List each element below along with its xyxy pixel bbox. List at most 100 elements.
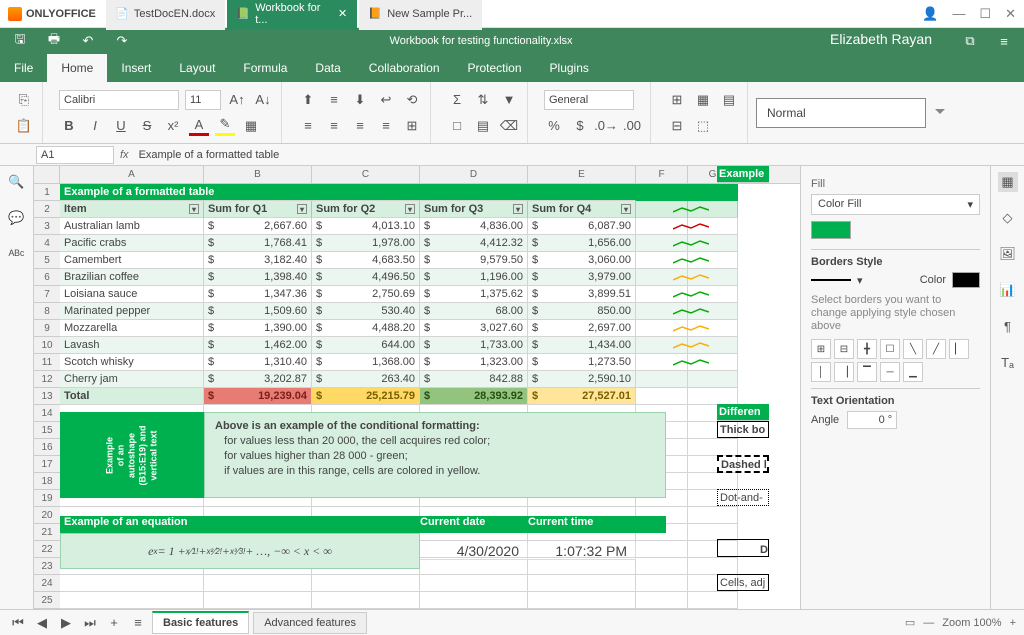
spreadsheet-grid[interactable]: ABCDEFG 12345678910111213141516171819202… [34, 166, 800, 609]
user-icon[interactable]: 👤 [922, 6, 938, 22]
pivot-settings-icon[interactable]: ¶ [998, 316, 1018, 336]
dec-font-icon[interactable]: A↓ [253, 90, 273, 110]
border-vert-icon[interactable]: │ [811, 362, 831, 382]
border-bottom-icon[interactable]: ▁ [903, 362, 923, 382]
menu-protection[interactable]: Protection [454, 54, 536, 82]
insert-cells-icon[interactable]: ⊞ [667, 90, 687, 110]
spellcheck-icon[interactable]: ᴬᴮᶜ [7, 244, 27, 264]
border-color-swatch[interactable] [952, 272, 980, 288]
doc-tab[interactable]: 📗Workbook for t...✕ [227, 0, 357, 30]
strike-icon[interactable]: S [137, 116, 157, 136]
border-icon[interactable]: ▦ [241, 116, 261, 136]
dec-dec-icon[interactable]: .00 [622, 116, 642, 136]
orient-icon[interactable]: ⟲ [402, 90, 422, 110]
fill-icon[interactable]: ▤ [473, 116, 493, 136]
menu-file[interactable]: File [0, 54, 47, 82]
format-icon[interactable]: ⬚ [693, 116, 713, 136]
font-name-select[interactable]: Calibri [59, 90, 179, 110]
sum-icon[interactable]: Σ [447, 90, 467, 110]
super-icon[interactable]: x² [163, 116, 183, 136]
border-horiz-icon[interactable]: ─ [880, 362, 900, 382]
align-center-icon[interactable]: ≡ [324, 116, 344, 136]
fill-color-swatch[interactable] [811, 221, 851, 239]
border-left-icon[interactable]: ▏ [949, 339, 969, 359]
align-top-icon[interactable]: ⬆ [298, 90, 318, 110]
maximize-icon[interactable]: ☐ [979, 6, 991, 22]
print-icon[interactable]: 🖶 [44, 31, 64, 51]
paste-icon[interactable]: 📋 [14, 116, 34, 136]
sort-icon[interactable]: ⇅ [473, 90, 493, 110]
close-icon[interactable]: ✕ [1005, 6, 1016, 22]
menu-data[interactable]: Data [301, 54, 354, 82]
copy-icon[interactable]: ⎘ [14, 90, 34, 110]
table-icon[interactable]: ▤ [719, 90, 739, 110]
italic-icon[interactable]: I [85, 116, 105, 136]
inc-font-icon[interactable]: A↑ [227, 90, 247, 110]
clear-icon[interactable]: ⌫ [499, 116, 519, 136]
sheet-tab-active[interactable]: Basic features [152, 611, 249, 634]
search-icon[interactable]: 🔍 [7, 172, 27, 192]
sheet-first-icon[interactable]: ⏮ [8, 613, 28, 633]
sheet-prev-icon[interactable]: ◀ [32, 613, 52, 633]
cell-style-select[interactable]: Normal [756, 98, 926, 128]
redo-icon[interactable]: ↷ [112, 31, 132, 51]
fill-type-select[interactable]: Color Fill▾ [811, 194, 980, 215]
minimize-icon[interactable]: — [952, 6, 965, 22]
name-box[interactable]: A1 [36, 146, 114, 164]
menu-insert[interactable]: Insert [107, 54, 165, 82]
add-sheet-icon[interactable]: + [104, 613, 124, 633]
border-line-style[interactable] [811, 279, 851, 281]
menu-home[interactable]: Home [47, 54, 107, 82]
border-diag1-icon[interactable]: ╲ [903, 339, 923, 359]
font-color-icon[interactable]: A [189, 116, 209, 136]
wrap-icon[interactable]: ↩ [376, 90, 396, 110]
named-range-icon[interactable]: □ [447, 116, 467, 136]
bold-icon[interactable]: B [59, 116, 79, 136]
border-all-icon[interactable]: ╋ [857, 339, 877, 359]
menu-formula[interactable]: Formula [229, 54, 301, 82]
align-left-icon[interactable]: ≡ [298, 116, 318, 136]
merge-icon[interactable]: ⊞ [402, 116, 422, 136]
percent-icon[interactable]: % [544, 116, 564, 136]
comments-icon[interactable]: 💬 [7, 208, 27, 228]
border-outline-icon[interactable]: ⊞ [811, 339, 831, 359]
chart-settings-icon[interactable]: 📊 [998, 280, 1018, 300]
currency-icon[interactable]: $ [570, 116, 590, 136]
highlight-icon[interactable]: ✎ [215, 116, 235, 136]
cell-settings-icon[interactable]: ▦ [998, 172, 1018, 192]
border-diag2-icon[interactable]: ╱ [926, 339, 946, 359]
fx-icon[interactable]: fx [114, 149, 135, 161]
doc-tab[interactable]: 📄TestDocEN.docx [106, 0, 225, 30]
formula-input[interactable]: Example of a formatted table [135, 149, 784, 161]
filter-icon[interactable]: ▼ [499, 90, 519, 110]
sheet-next-icon[interactable]: ▶ [56, 613, 76, 633]
border-top-icon[interactable]: ▔ [857, 362, 877, 382]
menu-plugins[interactable]: Plugins [536, 54, 603, 82]
border-none-icon[interactable]: ☐ [880, 339, 900, 359]
border-right-icon[interactable]: ▕ [834, 362, 854, 382]
doc-tab[interactable]: 📙New Sample Pr... [359, 0, 482, 30]
dec-inc-icon[interactable]: .0→ [596, 116, 616, 136]
save-icon[interactable]: 🖫 [10, 31, 30, 51]
font-size-select[interactable]: 11 [185, 90, 221, 110]
angle-input[interactable]: 0 ° [847, 411, 897, 429]
menu-collaboration[interactable]: Collaboration [355, 54, 454, 82]
align-right-icon[interactable]: ≡ [350, 116, 370, 136]
image-settings-icon[interactable]: 🖼 [998, 244, 1018, 264]
shape-settings-icon[interactable]: ◇ [998, 208, 1018, 228]
align-bot-icon[interactable]: ⬇ [350, 90, 370, 110]
align-mid-icon[interactable]: ≡ [324, 90, 344, 110]
open-location-icon[interactable]: ⧉ [960, 31, 980, 51]
sheet-tab-other[interactable]: Advanced features [253, 612, 367, 634]
undo-icon[interactable]: ↶ [78, 31, 98, 51]
sheet-last-icon[interactable]: ⏭ [80, 613, 100, 633]
border-inner-icon[interactable]: ⊟ [834, 339, 854, 359]
lang-icon[interactable]: ▭ [905, 616, 915, 629]
sheet-list-icon[interactable]: ≡ [128, 613, 148, 633]
cond-format-icon[interactable]: ▦ [693, 90, 713, 110]
text-settings-icon[interactable]: Tₐ [998, 352, 1018, 372]
menu-icon[interactable]: ≡ [994, 31, 1014, 51]
menu-layout[interactable]: Layout [165, 54, 229, 82]
number-format-select[interactable]: General [544, 90, 634, 110]
delete-cells-icon[interactable]: ⊟ [667, 116, 687, 136]
